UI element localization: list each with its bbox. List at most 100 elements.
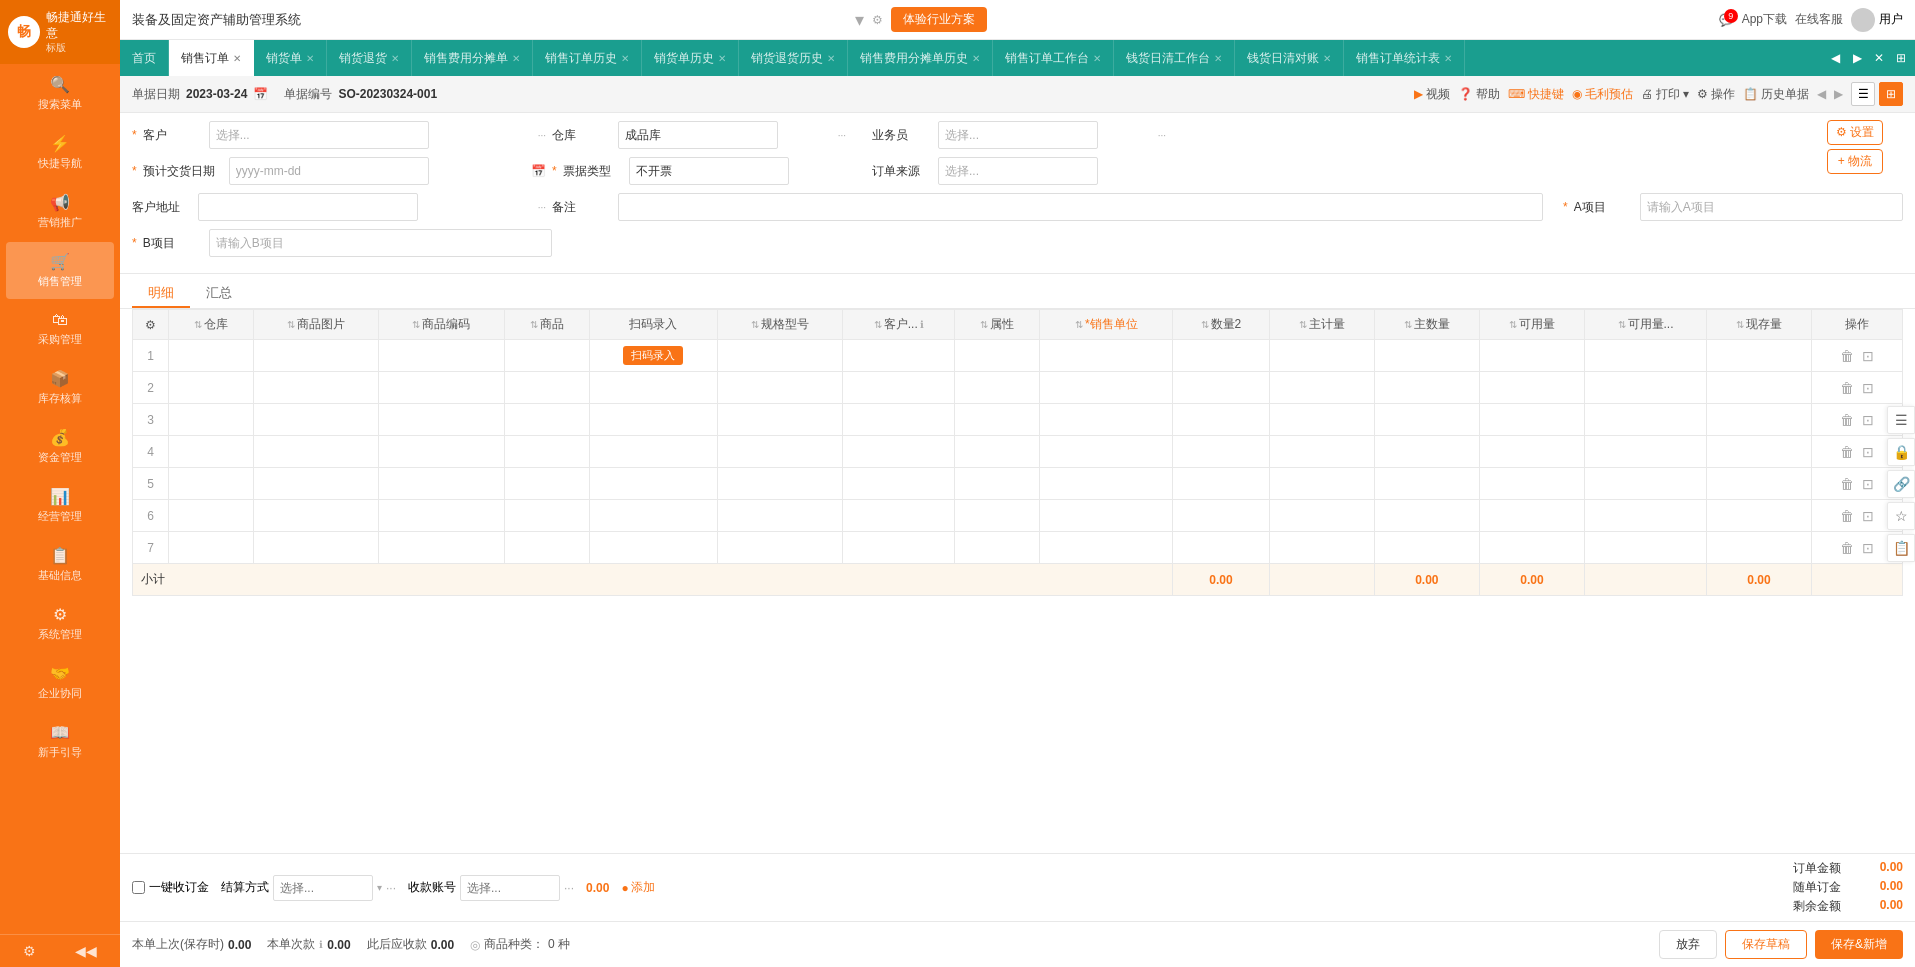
cell-customer-code-1[interactable] xyxy=(843,372,955,404)
sort-main-unit-icon[interactable]: ⇅ xyxy=(1299,319,1307,330)
tab-5[interactable]: 销售订单历史✕ xyxy=(533,40,642,76)
cell-main-unit-2[interactable] xyxy=(1269,404,1374,436)
tab-9[interactable]: 销售订单工作台✕ xyxy=(993,40,1114,76)
float-lock-btn[interactable]: 🔒 xyxy=(1887,438,1915,466)
logistics-btn[interactable]: + 物流 xyxy=(1827,149,1883,174)
user-menu[interactable]: 用户 xyxy=(1851,8,1903,32)
tab-8[interactable]: 销售费用分摊单历史✕ xyxy=(848,40,993,76)
cell-current-stock-1[interactable] xyxy=(1706,372,1811,404)
sidebar-item-0[interactable]: 🔍搜索菜单 xyxy=(6,65,114,122)
topbar-settings-icon[interactable]: ⚙ xyxy=(872,13,883,27)
cell-main-unit-1[interactable] xyxy=(1269,372,1374,404)
salesman-input[interactable] xyxy=(938,121,1098,149)
cell-warehouse-3[interactable] xyxy=(169,436,254,468)
cell-available2-3[interactable] xyxy=(1585,436,1707,468)
b-project-input[interactable] xyxy=(209,229,552,257)
title-dropdown-icon[interactable]: ▾ xyxy=(855,9,864,31)
tab-11[interactable]: 钱货日清对账✕ xyxy=(1235,40,1344,76)
cell-spec-3[interactable] xyxy=(718,436,843,468)
delivery-input[interactable] xyxy=(229,157,429,185)
cell-main-qty-2[interactable] xyxy=(1374,404,1479,436)
cell-scan-5[interactable] xyxy=(589,500,718,532)
add-payment-btn[interactable]: ● 添加 xyxy=(621,879,654,896)
sort-available-icon[interactable]: ⇅ xyxy=(1509,319,1517,330)
row-delete-btn-2[interactable]: 🗑 xyxy=(1840,412,1854,428)
cell-main-unit-3[interactable] xyxy=(1269,436,1374,468)
list-view-btn[interactable]: ☰ xyxy=(1851,82,1875,106)
cell-product-0[interactable] xyxy=(504,340,589,372)
cell-warehouse-0[interactable] xyxy=(169,340,254,372)
shortcut-btn[interactable]: ⌨ 快捷键 xyxy=(1508,86,1564,103)
float-link-btn[interactable]: 🔗 xyxy=(1887,470,1915,498)
tab-10[interactable]: 钱货日清工作台✕ xyxy=(1114,40,1235,76)
cell-qty2-3[interactable] xyxy=(1173,436,1269,468)
cell-unit-4[interactable] xyxy=(1040,468,1173,500)
cell-customer-code-0[interactable] xyxy=(843,340,955,372)
cell-unit-3[interactable] xyxy=(1040,436,1173,468)
cell-current-stock-5[interactable] xyxy=(1706,500,1811,532)
sidebar-item-1[interactable]: ⚡快捷导航 xyxy=(6,124,114,181)
tab-7[interactable]: 销货退货历史✕ xyxy=(739,40,848,76)
history-btn[interactable]: 📋 历史单据 xyxy=(1743,86,1809,103)
sidebar-item-4[interactable]: 🛍采购管理 xyxy=(6,301,114,357)
cell-code-6[interactable] xyxy=(379,532,504,564)
a-project-input[interactable] xyxy=(1640,193,1903,221)
collapse-icon[interactable]: ◀◀ xyxy=(75,943,97,959)
float-star-btn[interactable]: ☆ xyxy=(1887,502,1915,530)
warehouse-input[interactable] xyxy=(618,121,778,149)
cell-product-2[interactable] xyxy=(504,404,589,436)
cell-attribute-0[interactable] xyxy=(955,340,1040,372)
cell-scan-2[interactable] xyxy=(589,404,718,436)
cell-warehouse-5[interactable] xyxy=(169,500,254,532)
cell-spec-2[interactable] xyxy=(718,404,843,436)
order-source-input[interactable] xyxy=(938,157,1098,185)
tab-4[interactable]: 销售费用分摊单✕ xyxy=(412,40,533,76)
cell-image-0[interactable] xyxy=(254,340,379,372)
cell-available-1[interactable] xyxy=(1479,372,1584,404)
cell-spec-4[interactable] xyxy=(718,468,843,500)
tab-close-4[interactable]: ✕ xyxy=(512,53,520,64)
calendar-icon[interactable]: 📅 xyxy=(253,87,268,101)
cell-attribute-2[interactable] xyxy=(955,404,1040,436)
row-copy-btn-6[interactable]: ⊡ xyxy=(1862,540,1874,556)
profit-btn[interactable]: ◉ 毛利预估 xyxy=(1572,86,1633,103)
cell-current-stock-6[interactable] xyxy=(1706,532,1811,564)
cell-available-2[interactable] xyxy=(1479,404,1584,436)
cell-unit-6[interactable] xyxy=(1040,532,1173,564)
payment-input[interactable] xyxy=(273,875,373,901)
sort-spec-icon[interactable]: ⇅ xyxy=(751,319,759,330)
abandon-btn[interactable]: 放弃 xyxy=(1659,930,1717,959)
cell-image-5[interactable] xyxy=(254,500,379,532)
cell-attribute-5[interactable] xyxy=(955,500,1040,532)
cell-available2-6[interactable] xyxy=(1585,532,1707,564)
sidebar-item-10[interactable]: 🤝企业协同 xyxy=(6,654,114,711)
sidebar-item-11[interactable]: 📖新手引导 xyxy=(6,713,114,770)
cell-available2-1[interactable] xyxy=(1585,372,1707,404)
cell-main-qty-3[interactable] xyxy=(1374,436,1479,468)
tab-close-all-btn[interactable]: ✕ xyxy=(1869,48,1889,68)
payment-dots-icon[interactable]: ··· xyxy=(386,881,396,895)
cell-qty2-6[interactable] xyxy=(1173,532,1269,564)
tab-close-11[interactable]: ✕ xyxy=(1323,53,1331,64)
cell-current-stock-4[interactable] xyxy=(1706,468,1811,500)
tab-1[interactable]: 销售订单✕ xyxy=(169,40,254,76)
cell-unit-5[interactable] xyxy=(1040,500,1173,532)
cell-attribute-1[interactable] xyxy=(955,372,1040,404)
sort-code-icon[interactable]: ⇅ xyxy=(412,319,420,330)
cell-unit-1[interactable] xyxy=(1040,372,1173,404)
cell-customer-code-5[interactable] xyxy=(843,500,955,532)
customer-addr-input[interactable] xyxy=(198,193,418,221)
cell-scan-3[interactable] xyxy=(589,436,718,468)
settings-icon[interactable]: ⚙ xyxy=(23,943,36,959)
cell-current-stock-0[interactable] xyxy=(1706,340,1811,372)
cell-main-unit-6[interactable] xyxy=(1269,532,1374,564)
tab-close-12[interactable]: ✕ xyxy=(1444,53,1452,64)
cell-image-4[interactable] xyxy=(254,468,379,500)
sort-unit-icon[interactable]: ⇅ xyxy=(1075,319,1083,330)
cell-main-qty-6[interactable] xyxy=(1374,532,1479,564)
tab-summary[interactable]: 汇总 xyxy=(190,280,248,308)
invoice-select[interactable]: 不开票 普通发票 增值税发票 xyxy=(629,157,789,185)
cell-available2-5[interactable] xyxy=(1585,500,1707,532)
sort-image-icon[interactable]: ⇅ xyxy=(287,319,295,330)
cell-customer-code-2[interactable] xyxy=(843,404,955,436)
